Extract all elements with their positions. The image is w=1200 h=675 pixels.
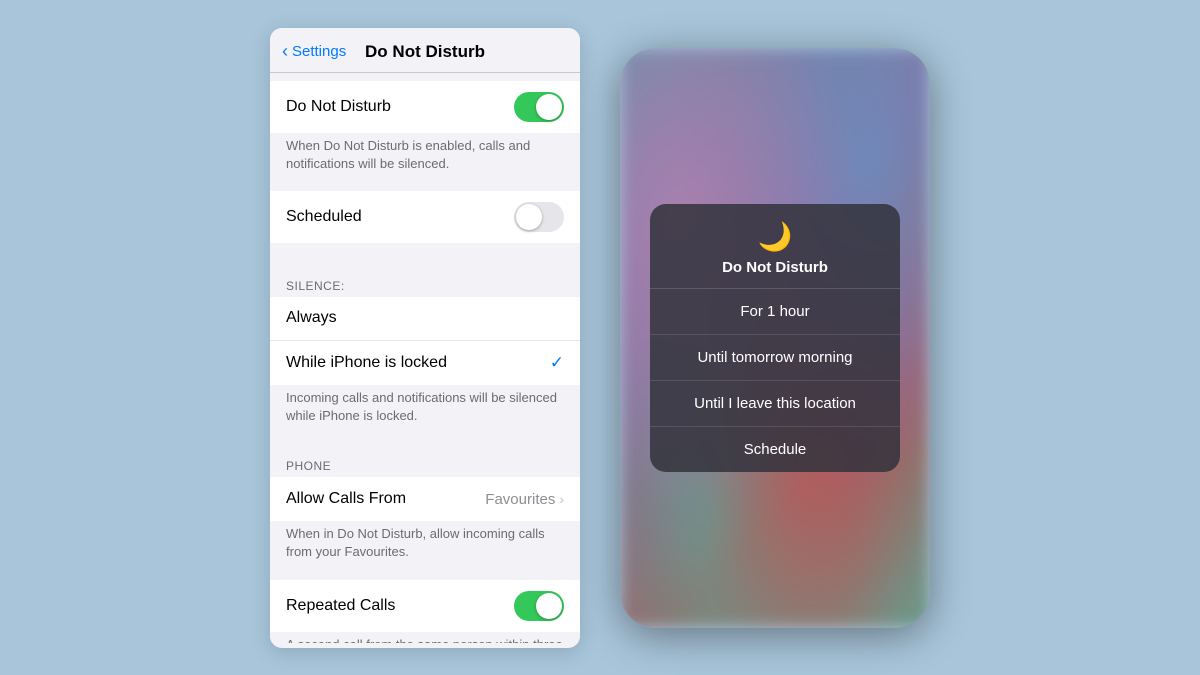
main-container: ‹ Settings Do Not Disturb Do Not Disturb… bbox=[270, 28, 930, 648]
back-chevron-icon: ‹ bbox=[282, 41, 288, 62]
scheduled-toggle-knob bbox=[516, 204, 542, 230]
popup-header: 🌙 Do Not Disturb bbox=[650, 204, 900, 289]
repeated-calls-label: Repeated Calls bbox=[286, 597, 395, 615]
repeated-calls-knob bbox=[536, 593, 562, 619]
allow-calls-row[interactable]: Allow Calls From Favourites › bbox=[270, 477, 580, 521]
moon-icon: 🌙 bbox=[758, 220, 793, 253]
phone-header: PHONE bbox=[270, 443, 580, 477]
dnd-toggle-knob bbox=[536, 94, 562, 120]
silence-locked-row[interactable]: While iPhone is locked ✓ bbox=[270, 341, 580, 385]
silence-locked-check: ✓ bbox=[550, 353, 564, 373]
back-label: Settings bbox=[292, 43, 346, 60]
spacer-2 bbox=[270, 183, 580, 191]
allow-calls-label: Allow Calls From bbox=[286, 490, 406, 508]
phone-group: Allow Calls From Favourites › bbox=[270, 477, 580, 521]
silence-locked-label: While iPhone is locked bbox=[286, 354, 447, 372]
spacer-3 bbox=[270, 243, 580, 263]
page-title: Do Not Disturb bbox=[365, 42, 485, 62]
dnd-label: Do Not Disturb bbox=[286, 98, 391, 116]
silence-always-row[interactable]: Always bbox=[270, 297, 580, 341]
repeated-calls-toggle[interactable] bbox=[514, 591, 564, 621]
settings-panel: ‹ Settings Do Not Disturb Do Not Disturb… bbox=[270, 28, 580, 648]
popup-item-2[interactable]: Until I leave this location bbox=[650, 381, 900, 427]
repeated-calls-row[interactable]: Repeated Calls bbox=[270, 580, 580, 632]
dnd-toggle-row[interactable]: Do Not Disturb bbox=[270, 81, 580, 133]
silence-always-label: Always bbox=[286, 309, 337, 327]
popup-title: Do Not Disturb bbox=[722, 259, 828, 276]
silence-group: Always While iPhone is locked ✓ bbox=[270, 297, 580, 385]
iphone-container: 🌙 Do Not Disturb For 1 hour Until tomorr… bbox=[620, 48, 930, 628]
nav-bar: ‹ Settings Do Not Disturb bbox=[270, 28, 580, 73]
back-button[interactable]: ‹ Settings bbox=[282, 41, 346, 62]
allow-calls-chevron: › bbox=[559, 491, 564, 507]
scheduled-label: Scheduled bbox=[286, 208, 362, 226]
popup-item-0[interactable]: For 1 hour bbox=[650, 289, 900, 335]
popup-item-3[interactable]: Schedule bbox=[650, 427, 900, 472]
scheduled-toggle-row[interactable]: Scheduled bbox=[270, 191, 580, 243]
scheduled-group: Scheduled bbox=[270, 191, 580, 243]
repeated-calls-group: Repeated Calls bbox=[270, 580, 580, 632]
popup-item-1[interactable]: Until tomorrow morning bbox=[650, 335, 900, 381]
spacer-4 bbox=[270, 435, 580, 443]
allow-calls-value: Favourites bbox=[485, 491, 555, 508]
allow-calls-description: When in Do Not Disturb, allow incoming c… bbox=[270, 521, 580, 571]
repeated-calls-description: A second call from the same person withi… bbox=[270, 632, 580, 643]
allow-calls-right: Favourites › bbox=[485, 491, 564, 508]
silence-header: SILENCE: bbox=[270, 263, 580, 297]
dnd-popup: 🌙 Do Not Disturb For 1 hour Until tomorr… bbox=[650, 204, 900, 472]
dnd-group: Do Not Disturb bbox=[270, 81, 580, 133]
spacer-5 bbox=[270, 572, 580, 580]
dnd-description: When Do Not Disturb is enabled, calls an… bbox=[270, 133, 580, 183]
dnd-toggle[interactable] bbox=[514, 92, 564, 122]
silence-description: Incoming calls and notifications will be… bbox=[270, 385, 580, 435]
scheduled-toggle[interactable] bbox=[514, 202, 564, 232]
spacer-top bbox=[270, 73, 580, 81]
settings-content: Do Not Disturb When Do Not Disturb is en… bbox=[270, 73, 580, 643]
